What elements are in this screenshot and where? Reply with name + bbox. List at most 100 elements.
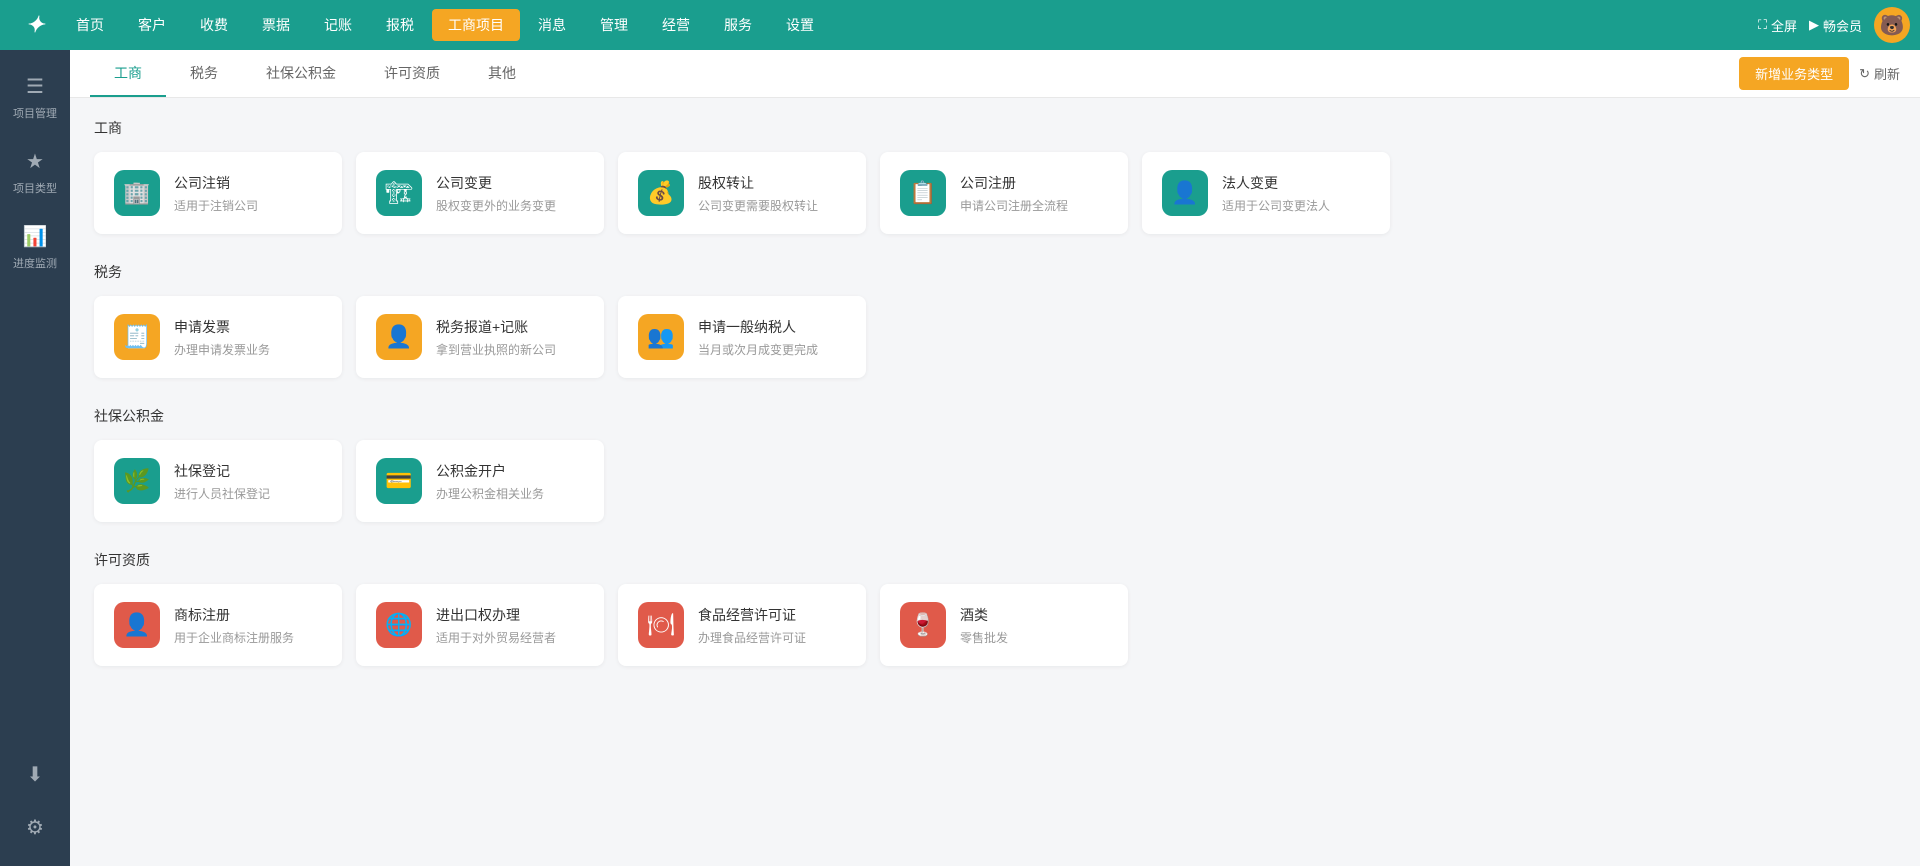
tab-actions: 新增业务类型 ↻ 刷新 bbox=[1739, 57, 1900, 90]
nav-item-设置[interactable]: 设置 bbox=[770, 9, 830, 41]
card-title-3-1: 进出口权办理 bbox=[436, 605, 556, 625]
nav-item-首页[interactable]: 首页 bbox=[60, 9, 120, 41]
refresh-button[interactable]: ↻ 刷新 bbox=[1859, 64, 1900, 83]
card-icon-1-0: 🧾 bbox=[114, 314, 160, 360]
card-desc-1-0: 办理申请发票业务 bbox=[174, 341, 270, 358]
app-logo: ✦ bbox=[10, 0, 60, 50]
fullscreen-button[interactable]: ⛶ 全屏 bbox=[1758, 16, 1797, 35]
nav-item-客户[interactable]: 客户 bbox=[122, 9, 182, 41]
sidebar-icon-0: ☰ bbox=[26, 74, 44, 99]
vip-button[interactable]: ▶ 畅会员 bbox=[1809, 16, 1862, 35]
card-icon-3-0: 👤 bbox=[114, 602, 160, 648]
sidebar-icon-1: ★ bbox=[26, 149, 44, 174]
card-1-1[interactable]: 👤 税务报道+记账 拿到营业执照的新公司 bbox=[356, 296, 604, 378]
card-title-1-1: 税务报道+记账 bbox=[436, 317, 556, 337]
card-desc-2-1: 办理公积金相关业务 bbox=[436, 485, 544, 502]
section-title-3: 许可资质 bbox=[94, 550, 1896, 570]
card-text-2-1: 公积金开户 办理公积金相关业务 bbox=[436, 461, 544, 502]
nav-item-报税[interactable]: 报税 bbox=[370, 9, 430, 41]
tab-其他[interactable]: 其他 bbox=[464, 50, 540, 97]
sidebar-item-1[interactable]: ★ 项目类型 bbox=[0, 135, 70, 210]
add-type-button[interactable]: 新增业务类型 bbox=[1739, 57, 1849, 90]
scroll-content[interactable]: 工商 🏢 公司注销 适用于注销公司 🏗 公司变更 股权变更外的业务变更 💰 股权… bbox=[70, 98, 1920, 866]
nav-item-消息[interactable]: 消息 bbox=[522, 9, 582, 41]
card-0-2[interactable]: 💰 股权转让 公司变更需要股权转让 bbox=[618, 152, 866, 234]
nav-item-票据[interactable]: 票据 bbox=[246, 9, 306, 41]
card-icon-0-3: 📋 bbox=[900, 170, 946, 216]
sidebar-item-2[interactable]: 📊进度监测 bbox=[0, 210, 70, 285]
nav-menu: 首页客户收费票据记账报税工商项目消息管理经营服务设置 bbox=[60, 9, 1758, 41]
card-title-0-4: 法人变更 bbox=[1222, 173, 1330, 193]
nav-right-actions: ⛶ 全屏 ▶ 畅会员 🐻 bbox=[1758, 7, 1910, 43]
card-0-0[interactable]: 🏢 公司注销 适用于注销公司 bbox=[94, 152, 342, 234]
card-text-0-0: 公司注销 适用于注销公司 bbox=[174, 173, 258, 214]
card-3-3[interactable]: 🍷 酒类 零售批发 bbox=[880, 584, 1128, 666]
nav-item-记账[interactable]: 记账 bbox=[308, 9, 368, 41]
card-0-4[interactable]: 👤 法人变更 适用于公司变更法人 bbox=[1142, 152, 1390, 234]
card-2-0[interactable]: 🌿 社保登记 进行人员社保登记 bbox=[94, 440, 342, 522]
card-icon-2-0: 🌿 bbox=[114, 458, 160, 504]
cards-grid-0: 🏢 公司注销 适用于注销公司 🏗 公司变更 股权变更外的业务变更 💰 股权转让 … bbox=[94, 152, 1896, 234]
nav-item-工商项目[interactable]: 工商项目 bbox=[432, 9, 520, 41]
card-title-3-2: 食品经营许可证 bbox=[698, 605, 806, 625]
nav-item-收费[interactable]: 收费 bbox=[184, 9, 244, 41]
sidebar-icon-2: 📊 bbox=[23, 224, 48, 249]
vip-icon: ▶ bbox=[1809, 17, 1819, 33]
card-text-0-2: 股权转让 公司变更需要股权转让 bbox=[698, 173, 818, 214]
card-desc-3-3: 零售批发 bbox=[960, 629, 1008, 646]
card-icon-3-2: 🍽 bbox=[638, 602, 684, 648]
sidebar-label-1: 项目类型 bbox=[13, 180, 57, 196]
card-title-3-0: 商标注册 bbox=[174, 605, 294, 625]
card-0-3[interactable]: 📋 公司注册 申请公司注册全流程 bbox=[880, 152, 1128, 234]
cards-grid-2: 🌿 社保登记 进行人员社保登记 💳 公积金开户 办理公积金相关业务 bbox=[94, 440, 1896, 522]
card-icon-3-1: 🌐 bbox=[376, 602, 422, 648]
sidebar-download-icon[interactable]: ⬇ bbox=[0, 750, 70, 799]
card-desc-1-2: 当月或次月成变更完成 bbox=[698, 341, 818, 358]
card-desc-3-0: 用于企业商标注册服务 bbox=[174, 629, 294, 646]
card-text-3-3: 酒类 零售批发 bbox=[960, 605, 1008, 646]
card-desc-0-1: 股权变更外的业务变更 bbox=[436, 197, 556, 214]
card-text-1-1: 税务报道+记账 拿到营业执照的新公司 bbox=[436, 317, 556, 358]
nav-item-管理[interactable]: 管理 bbox=[584, 9, 644, 41]
sidebar-label-0: 项目管理 bbox=[13, 105, 57, 121]
card-2-1[interactable]: 💳 公积金开户 办理公积金相关业务 bbox=[356, 440, 604, 522]
content-area: 工商税务社保公积金许可资质其他 新增业务类型 ↻ 刷新 工商 🏢 公司注销 适用… bbox=[70, 50, 1920, 866]
card-3-0[interactable]: 👤 商标注册 用于企业商标注册服务 bbox=[94, 584, 342, 666]
card-3-2[interactable]: 🍽 食品经营许可证 办理食品经营许可证 bbox=[618, 584, 866, 666]
card-desc-2-0: 进行人员社保登记 bbox=[174, 485, 270, 502]
card-text-3-0: 商标注册 用于企业商标注册服务 bbox=[174, 605, 294, 646]
sidebar-item-0[interactable]: ☰ 项目管理 bbox=[0, 60, 70, 135]
card-1-0[interactable]: 🧾 申请发票 办理申请发票业务 bbox=[94, 296, 342, 378]
card-title-1-2: 申请一般纳税人 bbox=[698, 317, 818, 337]
card-desc-0-3: 申请公司注册全流程 bbox=[960, 197, 1068, 214]
tabs-container: 工商税务社保公积金许可资质其他 bbox=[90, 50, 540, 97]
tab-bar: 工商税务社保公积金许可资质其他 新增业务类型 ↻ 刷新 bbox=[70, 50, 1920, 98]
sidebar-settings-icon[interactable]: ⚙ bbox=[0, 803, 70, 852]
card-title-0-1: 公司变更 bbox=[436, 173, 556, 193]
cards-grid-1: 🧾 申请发票 办理申请发票业务 👤 税务报道+记账 拿到营业执照的新公司 👥 申… bbox=[94, 296, 1896, 378]
card-desc-1-1: 拿到营业执照的新公司 bbox=[436, 341, 556, 358]
card-1-2[interactable]: 👥 申请一般纳税人 当月或次月成变更完成 bbox=[618, 296, 866, 378]
refresh-icon: ↻ bbox=[1859, 66, 1870, 82]
nav-item-服务[interactable]: 服务 bbox=[708, 9, 768, 41]
card-text-2-0: 社保登记 进行人员社保登记 bbox=[174, 461, 270, 502]
card-text-0-4: 法人变更 适用于公司变更法人 bbox=[1222, 173, 1330, 214]
card-0-1[interactable]: 🏗 公司变更 股权变更外的业务变更 bbox=[356, 152, 604, 234]
card-desc-3-1: 适用于对外贸易经营者 bbox=[436, 629, 556, 646]
tab-工商[interactable]: 工商 bbox=[90, 50, 166, 97]
card-text-3-1: 进出口权办理 适用于对外贸易经营者 bbox=[436, 605, 556, 646]
sidebar: ☰ 项目管理 ★ 项目类型 📊进度监测 ⬇ ⚙ bbox=[0, 50, 70, 866]
section-title-1: 税务 bbox=[94, 262, 1896, 282]
nav-item-经营[interactable]: 经营 bbox=[646, 9, 706, 41]
fullscreen-icon: ⛶ bbox=[1758, 17, 1767, 33]
card-title-0-3: 公司注册 bbox=[960, 173, 1068, 193]
card-3-1[interactable]: 🌐 进出口权办理 适用于对外贸易经营者 bbox=[356, 584, 604, 666]
avatar[interactable]: 🐻 bbox=[1874, 7, 1910, 43]
tab-税务[interactable]: 税务 bbox=[166, 50, 242, 97]
card-icon-0-2: 💰 bbox=[638, 170, 684, 216]
card-icon-0-4: 👤 bbox=[1162, 170, 1208, 216]
sidebar-bottom: ⬇ ⚙ bbox=[0, 750, 70, 866]
tab-许可资质[interactable]: 许可资质 bbox=[360, 50, 464, 97]
tab-社保公积金[interactable]: 社保公积金 bbox=[242, 50, 360, 97]
top-navigation: ✦ 首页客户收费票据记账报税工商项目消息管理经营服务设置 ⛶ 全屏 ▶ 畅会员 … bbox=[0, 0, 1920, 50]
